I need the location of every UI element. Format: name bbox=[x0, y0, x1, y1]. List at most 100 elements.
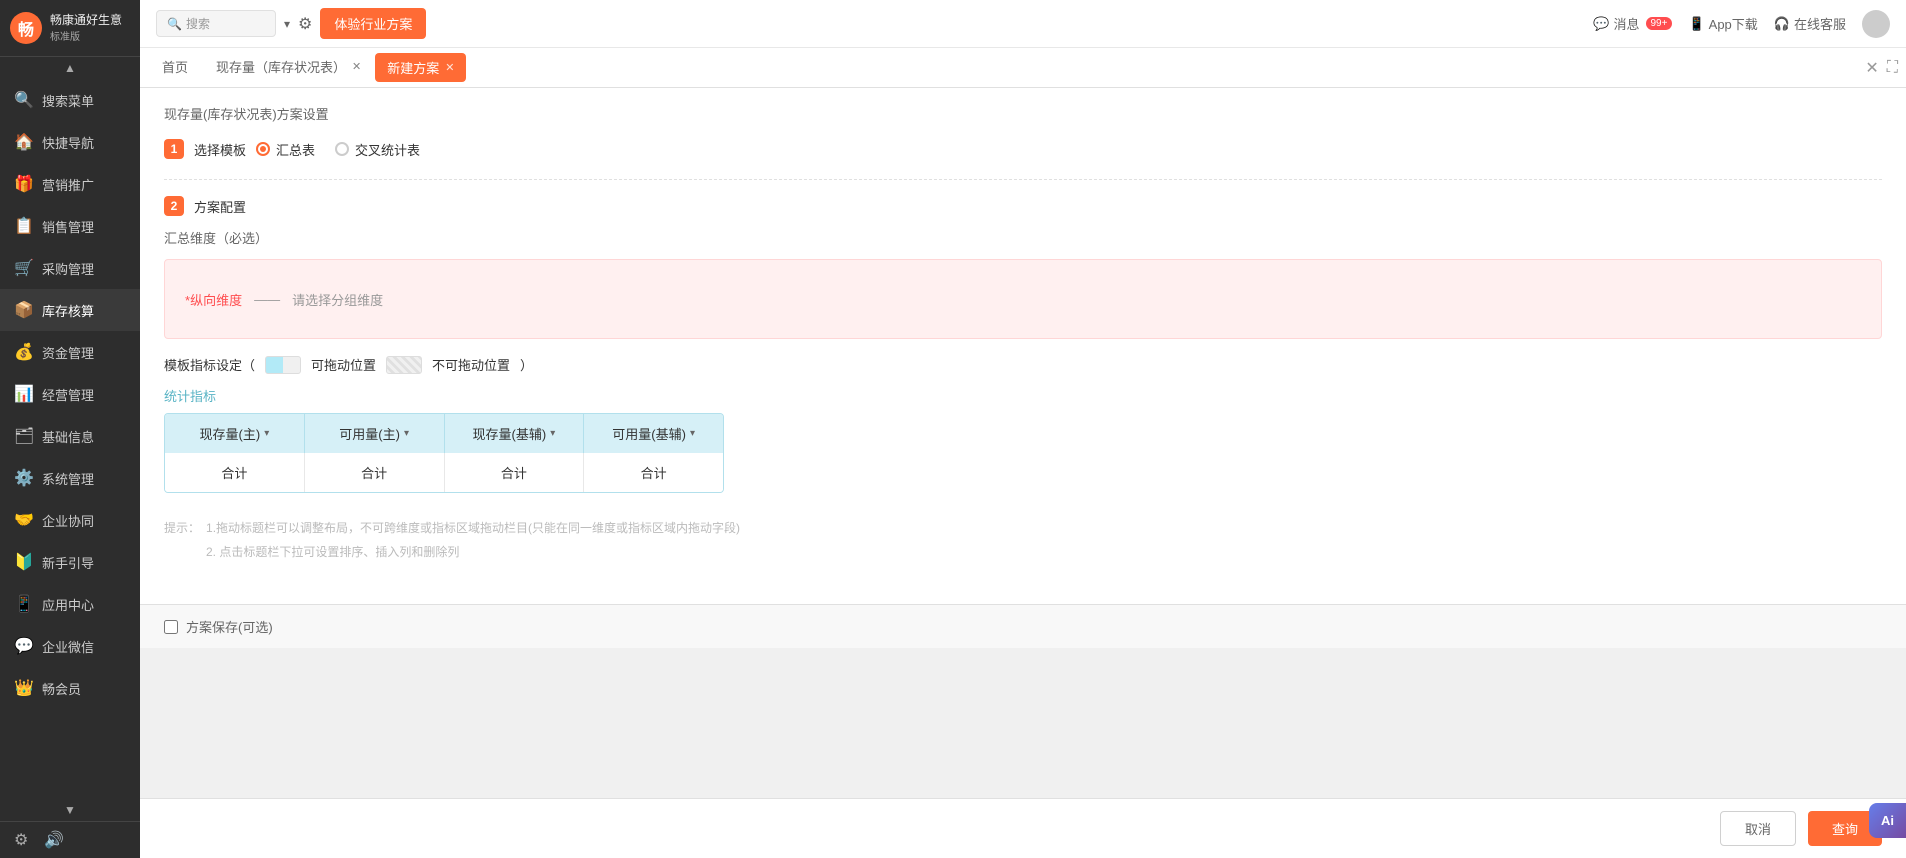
sidebar-item-marketing[interactable]: 🎁 营销推广 bbox=[0, 163, 140, 205]
stats-col3-header[interactable]: 现存量(基辅) ▾ bbox=[445, 414, 585, 453]
tab-new-plan[interactable]: 新建方案 ✕ bbox=[375, 53, 466, 82]
stats-col2-label: 可用量(主) bbox=[339, 424, 400, 443]
user-avatar[interactable] bbox=[1862, 10, 1890, 38]
cancel-button[interactable]: 取消 bbox=[1720, 811, 1796, 846]
template-indicator-suffix: ） bbox=[520, 355, 533, 374]
sidebar-item-operation[interactable]: 📊 经营管理 bbox=[0, 373, 140, 415]
sidebar-logo: 畅 畅康通好生意 标准版 bbox=[0, 0, 140, 57]
stats-col3-data: 合计 bbox=[445, 453, 585, 492]
topbar-right: 💬 消息 99+ 📱 App下载 🎧 在线客服 bbox=[1593, 10, 1890, 38]
message-label: 消息 bbox=[1613, 14, 1639, 33]
dimension-selection-area[interactable]: *纵向维度 —— 请选择分组维度 bbox=[164, 259, 1882, 339]
stats-table: 现存量(主) ▾ 可用量(主) ▾ 现存量(基辅) ▾ bbox=[164, 413, 724, 493]
cart-icon: 🛒 bbox=[14, 258, 34, 278]
radio-summary[interactable]: 汇总表 bbox=[256, 140, 315, 159]
dropdown-icon[interactable]: ▾ bbox=[284, 17, 290, 31]
tab-inventory-label: 现存量（库存状况表） bbox=[216, 57, 346, 76]
sidebar-bottom: ⚙ 🔊 bbox=[0, 821, 140, 858]
stats-col1-header[interactable]: 现存量(主) ▾ bbox=[165, 414, 305, 453]
sidebar-item-label: 新手引导 bbox=[42, 553, 94, 572]
search-box[interactable]: 🔍 搜索 bbox=[156, 10, 276, 37]
sidebar-scroll-down[interactable]: ▼ bbox=[0, 799, 140, 821]
non-draggable-indicator-box bbox=[386, 356, 422, 374]
step2-header: 2 方案配置 bbox=[164, 196, 1882, 216]
tab-home[interactable]: 首页 bbox=[148, 49, 202, 86]
sidebar-item-quick-nav[interactable]: 🏠 快捷导航 bbox=[0, 121, 140, 163]
app-edition: 标准版 bbox=[50, 28, 122, 43]
sidebar-item-guide[interactable]: 🔰 新手引导 bbox=[0, 541, 140, 583]
step1-header: 1 选择模板 汇总表 交叉统计表 bbox=[164, 139, 1882, 159]
sidebar-item-app-center[interactable]: 📱 应用中心 bbox=[0, 583, 140, 625]
volume-icon[interactable]: 🔊 bbox=[44, 830, 64, 850]
sidebar-item-vip[interactable]: 👑 畅会员 bbox=[0, 667, 140, 709]
save-checkbox[interactable] bbox=[164, 620, 178, 634]
sidebar-item-label: 畅会员 bbox=[42, 679, 81, 698]
tab-expand-btn[interactable]: ⛶ bbox=[1887, 59, 1898, 77]
topbar-left: 🔍 搜索 ▾ ⚙ 体验行业方案 bbox=[156, 8, 426, 39]
sidebar-item-basic-info[interactable]: 🗂 基础信息 bbox=[0, 415, 140, 457]
stats-col4-data: 合计 bbox=[584, 453, 723, 492]
tab-new-plan-label: 新建方案 bbox=[387, 58, 439, 77]
sidebar-item-inventory[interactable]: 📦 库存核算 bbox=[0, 289, 140, 331]
stats-col4-header[interactable]: 可用量(基辅) ▾ bbox=[584, 414, 723, 453]
ai-float-button[interactable]: Ai bbox=[1869, 803, 1906, 838]
sidebar-item-sales[interactable]: 📋 销售管理 bbox=[0, 205, 140, 247]
settings-panel: 现存量(库存状况表)方案设置 1 选择模板 汇总表 交叉统计表 bbox=[140, 88, 1906, 604]
app-logo-icon: 畅 bbox=[10, 12, 42, 44]
search-icon: 🔍 bbox=[14, 90, 34, 110]
money-icon: 💰 bbox=[14, 342, 34, 362]
sidebar-scroll-up[interactable]: ▲ bbox=[0, 57, 140, 79]
dimension-dash: —— bbox=[254, 292, 280, 307]
hint-prefix: 提示： bbox=[164, 516, 200, 540]
tab-home-label: 首页 bbox=[162, 57, 188, 76]
hint-prefix-row: 提示： 1.拖动标题栏可以调整布局，不可跨维度或指标区域拖动栏目(只能在同一维度… bbox=[164, 516, 1882, 540]
tab-bar: 首页 现存量（库存状况表） ✕ 新建方案 ✕ ✕ ⛶ bbox=[140, 48, 1906, 88]
box-icon: 📦 bbox=[14, 300, 34, 320]
step2-section: 2 方案配置 汇总维度（必选） *纵向维度 —— 请选择分组维度 bbox=[164, 196, 1882, 564]
settings-gear-icon[interactable]: ⚙ bbox=[298, 14, 312, 34]
dimension-row: *纵向维度 —— 请选择分组维度 bbox=[185, 290, 383, 309]
step2-title: 方案配置 bbox=[194, 197, 246, 216]
sidebar-item-finance[interactable]: 💰 资金管理 bbox=[0, 331, 140, 373]
non-draggable-indicator-label: 不可拖动位置 bbox=[432, 355, 510, 374]
chat-icon: 💬 bbox=[14, 636, 34, 656]
stats-header-row: 现存量(主) ▾ 可用量(主) ▾ 现存量(基辅) ▾ bbox=[165, 414, 723, 453]
tab-inventory[interactable]: 现存量（库存状况表） ✕ bbox=[202, 49, 375, 86]
sidebar-item-system[interactable]: ⚙️ 系统管理 bbox=[0, 457, 140, 499]
sidebar-item-search[interactable]: 🔍 搜索菜单 bbox=[0, 79, 140, 121]
footer-bar: 取消 查询 bbox=[140, 798, 1906, 858]
step2-number: 2 bbox=[164, 196, 184, 216]
sidebar-item-cooperation[interactable]: 🤝 企业协同 bbox=[0, 499, 140, 541]
settings-icon[interactable]: ⚙ bbox=[14, 830, 28, 850]
app-download-btn[interactable]: 📱 App下载 bbox=[1688, 14, 1757, 33]
step1-section: 1 选择模板 汇总表 交叉统计表 bbox=[164, 139, 1882, 159]
stats-data-row: 合计 合计 合计 合计 bbox=[165, 453, 723, 492]
clipboard-icon: 📋 bbox=[14, 216, 34, 236]
tab-inventory-close-icon[interactable]: ✕ bbox=[352, 60, 361, 73]
col2-chevron-icon: ▾ bbox=[404, 428, 409, 439]
trial-industry-button[interactable]: 体验行业方案 bbox=[320, 8, 426, 39]
tab-close-window-btn[interactable]: ✕ bbox=[1865, 58, 1878, 78]
sidebar: 畅 畅康通好生意 标准版 ▲ 🔍 搜索菜单 🏠 快捷导航 🎁 营销推广 📋 销售… bbox=[0, 0, 140, 858]
step-divider bbox=[164, 179, 1882, 180]
col3-chevron-icon: ▾ bbox=[550, 428, 555, 439]
hint-item-1: 2. 点击标题栏下拉可设置排序、插入列和删除列 bbox=[206, 540, 459, 564]
sidebar-nav: 🔍 搜索菜单 🏠 快捷导航 🎁 营销推广 📋 销售管理 🛒 采购管理 📦 库存核… bbox=[0, 79, 140, 799]
stats-section-label: 统计指标 bbox=[164, 386, 1882, 405]
topbar: 🔍 搜索 ▾ ⚙ 体验行业方案 💬 消息 99+ 📱 App下载 🎧 在线客服 bbox=[140, 0, 1906, 48]
search-icon-small: 🔍 bbox=[167, 17, 182, 31]
online-service-btn[interactable]: 🎧 在线客服 bbox=[1774, 14, 1846, 33]
stats-col2-header[interactable]: 可用量(主) ▾ bbox=[305, 414, 445, 453]
sidebar-item-purchase[interactable]: 🛒 采购管理 bbox=[0, 247, 140, 289]
dimension-placeholder-text: 请选择分组维度 bbox=[292, 290, 383, 309]
home-icon: 🏠 bbox=[14, 132, 34, 152]
radio-cross-label: 交叉统计表 bbox=[355, 140, 420, 159]
hints-section: 提示： 1.拖动标题栏可以调整布局，不可跨维度或指标区域拖动栏目(只能在同一维度… bbox=[164, 516, 1882, 564]
radio-cross[interactable]: 交叉统计表 bbox=[335, 140, 420, 159]
radio-summary-circle bbox=[256, 142, 270, 156]
sidebar-item-wechat[interactable]: 💬 企业微信 bbox=[0, 625, 140, 667]
tab-new-plan-close-icon[interactable]: ✕ bbox=[445, 61, 454, 74]
gift-icon: 🎁 bbox=[14, 174, 34, 194]
mobile-icon: 📱 bbox=[14, 594, 34, 614]
message-btn[interactable]: 💬 消息 99+ bbox=[1593, 14, 1672, 33]
